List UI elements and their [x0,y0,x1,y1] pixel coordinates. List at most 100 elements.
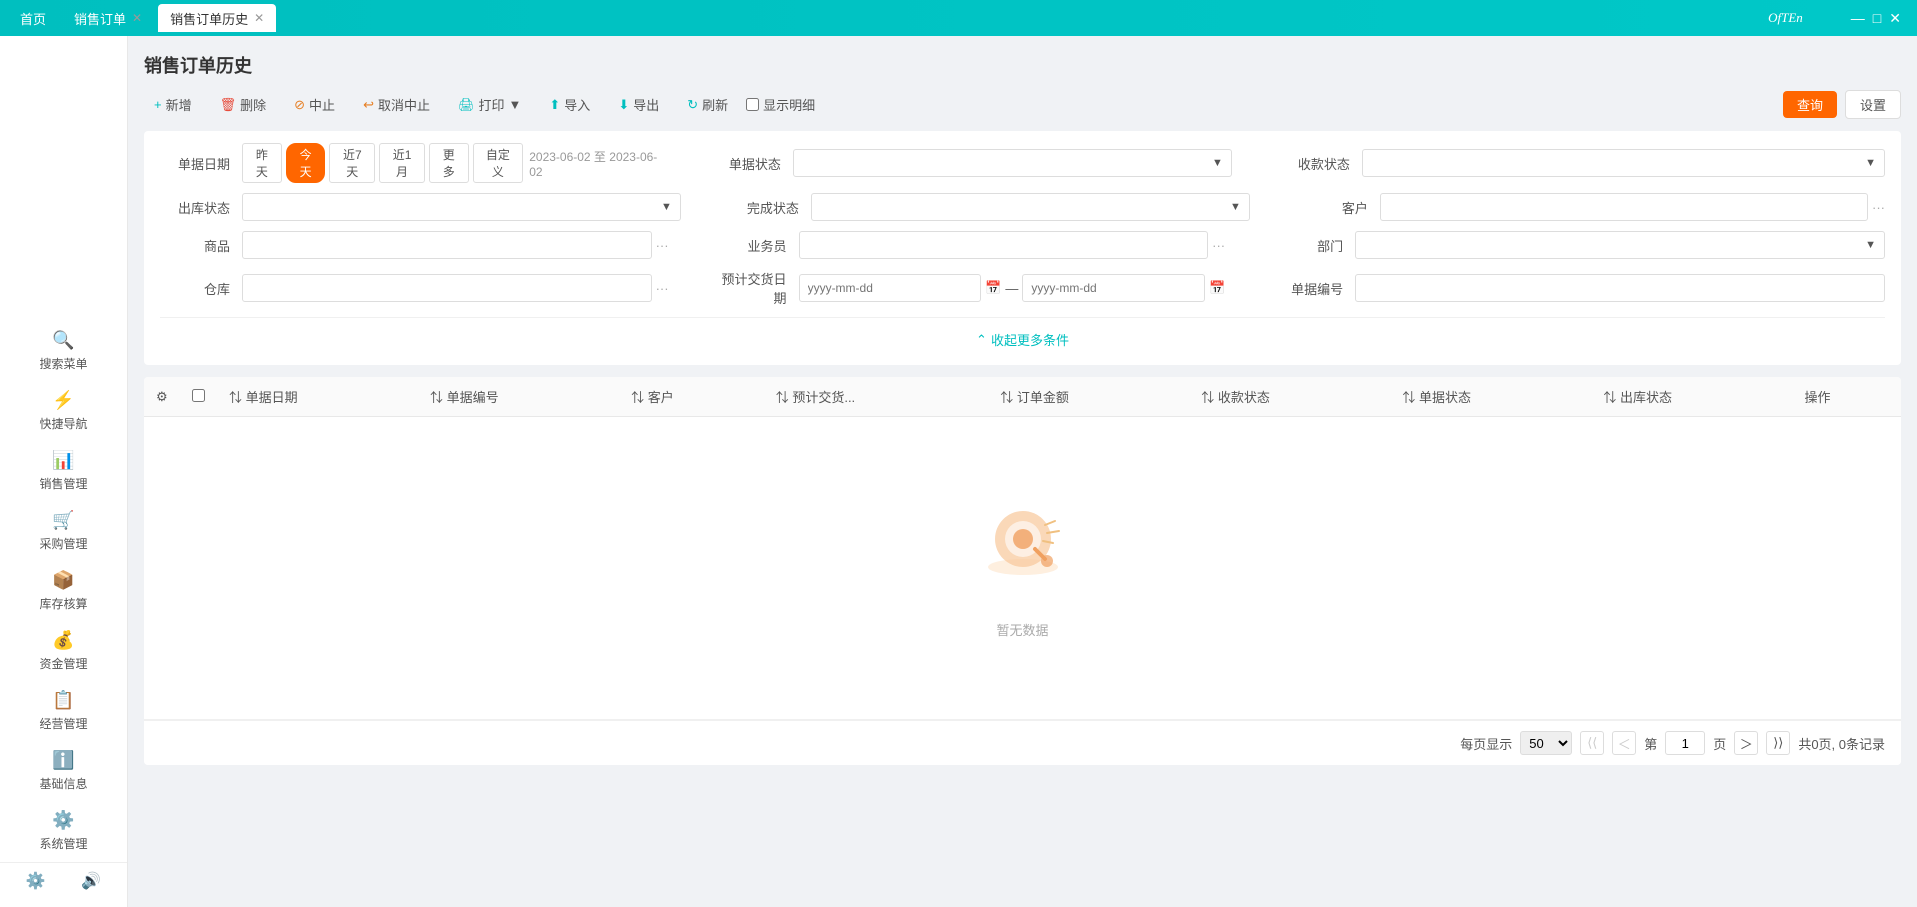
toolbar-label-import: 导入 [564,95,590,114]
filter-row-1: 单据日期 昨天 今天 近7天 近1月 更多 自定义 2023-06-02 至 2… [160,143,1885,183]
volume-icon[interactable]: 🔊 [81,871,101,891]
filter-row-2: 出库状态 ▼ 完成状态 ▼ 客户 ··· [160,193,1885,221]
toolbar-label-delete: 删除 [240,95,266,114]
often-badge: OfTEn [1768,10,1803,26]
customer-dots[interactable]: ··· [1872,200,1885,215]
main-layout: 🔍 搜索菜单 ⚡ 快捷导航 📊 销售管理 🛒 采购管理 📦 库存核算 💰 资金管… [0,36,1917,907]
next-page-btn[interactable]: ＞ [1734,731,1758,755]
doc-status-chevron: ▼ [1212,157,1223,169]
sidebar-item-ops-mgmt[interactable]: 📋 经营管理 [8,682,119,740]
filter-doc-no-input[interactable] [1355,274,1885,302]
out-status-chevron: ▼ [661,201,672,213]
tab-sales-order[interactable]: 销售订单✕ [62,4,154,32]
filter-row-3: 商品 ··· 业务员 ··· 部门 ▼ [160,231,1885,259]
prev-page-btn[interactable]: ＜ [1612,731,1636,755]
sidebar-item-system-mgmt[interactable]: ⚙️ 系统管理 [8,802,119,860]
filter-salesperson-input[interactable] [799,231,1209,259]
toolbar-btn-new[interactable]: +新增 [144,91,202,118]
display-toggle-checkbox[interactable] [746,98,759,111]
empty-icon [973,497,1073,612]
first-page-btn[interactable]: ⟨⟨ [1580,731,1604,755]
filter-warehouse-input[interactable] [242,274,652,302]
sidebar-icon-system-mgmt: ⚙️ [52,810,74,831]
page-size-select[interactable]: 50 10 20 100 [1520,731,1572,755]
filter-label-customer: 客户 [1298,198,1368,217]
settings-icon[interactable]: ⚙️ [26,871,46,891]
maximize-btn[interactable]: □ [1873,10,1881,26]
page-size-label: 每页显示 [1460,734,1512,753]
tab-close-sales-order-history[interactable]: ✕ [254,11,264,25]
cal-icon-start[interactable]: 📅 [985,280,1001,296]
col-doc-date[interactable]: ⇅ 单据日期 [217,377,418,417]
toolbar-btn-export[interactable]: ⬇导出 [608,91,669,118]
cal-icon-end[interactable]: 📅 [1209,280,1225,296]
sidebar-icon-search-menu: 🔍 [52,330,74,351]
sidebar-label-quick-nav: 快捷导航 [39,415,87,432]
tab-sales-order-history[interactable]: 销售订单历史✕ [158,4,276,32]
toolbar-btn-refresh[interactable]: ↻刷新 [677,91,738,118]
date-btn-today[interactable]: 今天 [286,143,326,183]
sidebar-item-inventory-check[interactable]: 📦 库存核算 [8,562,119,620]
filter-label-salesperson: 业务员 [717,236,787,255]
sidebar-label-inventory-check: 库存核算 [39,595,87,612]
sidebar-item-sales-mgmt[interactable]: 📊 销售管理 [8,442,119,500]
col-estimated-delivery[interactable]: ⇅ 预计交货... [764,377,989,417]
query-button[interactable]: 查询 [1783,91,1837,118]
filter-department[interactable]: ▼ [1355,231,1885,259]
toolbar-btn-import[interactable]: ⬆导入 [539,91,600,118]
date-btn-1month[interactable]: 近1月 [379,143,425,183]
salesperson-dots[interactable]: ··· [1212,238,1225,253]
col-customer[interactable]: ⇅ 客户 [619,377,764,417]
settings-button[interactable]: 设置 [1845,90,1901,119]
sidebar-item-search-menu[interactable]: 🔍 搜索菜单 [8,322,119,380]
product-dots[interactable]: ··· [656,238,669,253]
filter-payment-status[interactable]: ▼ [1362,149,1885,177]
filter-label-warehouse: 仓库 [160,279,230,298]
select-all-checkbox[interactable] [192,389,205,402]
sidebar-item-quick-nav[interactable]: ⚡ 快捷导航 [8,382,119,440]
col-operations: 操作 [1792,377,1901,417]
close-btn[interactable]: ✕ [1889,10,1901,27]
top-bar: 首页销售订单✕销售订单历史✕ OfTEn — □ ✕ [0,0,1917,36]
sidebar-label-purchase-mgmt: 采购管理 [39,535,87,552]
col-doc-status[interactable]: ⇅ 单据状态 [1390,377,1591,417]
last-page-btn[interactable]: ⟩⟩ [1766,731,1790,755]
col-order-amount[interactable]: ⇅ 订单金额 [988,377,1189,417]
date-btn-yesterday[interactable]: 昨天 [242,143,282,183]
minimize-btn[interactable]: — [1851,10,1865,26]
sidebar-label-basic-info: 基础信息 [39,775,87,792]
toolbar-label-new: 新增 [166,95,192,114]
tab-close-sales-order[interactable]: ✕ [132,11,142,25]
date-btn-7days[interactable]: 近7天 [329,143,375,183]
sidebar-icon-inventory-check: 📦 [52,570,74,591]
filter-product-input[interactable] [242,231,652,259]
sidebar-item-basic-info[interactable]: ℹ️ 基础信息 [8,742,119,800]
filter-complete-status[interactable]: ▼ [811,193,1250,221]
filter-label-out-status: 出库状态 [160,198,230,217]
col-out-status[interactable]: ⇅ 出库状态 [1591,377,1792,417]
sidebar-item-purchase-mgmt[interactable]: 🛒 采购管理 [8,502,119,560]
tab-home[interactable]: 首页 [8,4,58,32]
sidebar-item-finance-mgmt[interactable]: 💰 资金管理 [8,622,119,680]
current-page-input[interactable] [1665,731,1705,755]
col-payment-status[interactable]: ⇅ 收款状态 [1189,377,1390,417]
display-toggle-label[interactable]: 显示明细 [763,95,815,114]
delivery-date-start[interactable] [799,274,982,302]
toolbar-btn-delete[interactable]: 🗑删除 [210,91,277,118]
toolbar-btn-stop[interactable]: ⊘中止 [284,91,345,118]
col-doc-no[interactable]: ⇅ 单据编号 [418,377,619,417]
date-btn-custom[interactable]: 自定义 [473,143,524,183]
delivery-date-end[interactable] [1022,274,1205,302]
warehouse-dots[interactable]: ··· [656,281,669,296]
date-btn-more[interactable]: 更多 [429,143,469,183]
table-settings-header[interactable]: ⚙ [144,377,180,417]
toolbar-btn-print[interactable]: 🖨打印 ▼ [448,91,531,118]
filter-out-status[interactable]: ▼ [242,193,681,221]
collapse-btn[interactable]: ⌃ 收起更多条件 [160,326,1885,353]
table-wrapper: ⚙ ⇅ 单据日期 ⇅ 单据编号 ⇅ 客户 [144,377,1901,765]
toolbar-btn-cancel-stop[interactable]: ↩取消中止 [353,91,440,118]
filter-customer-input[interactable] [1380,193,1868,221]
table-checkbox-header[interactable] [180,377,217,417]
toolbar-icon-cancel-stop: ↩ [363,97,374,113]
filter-doc-status[interactable]: ▼ [793,149,1232,177]
